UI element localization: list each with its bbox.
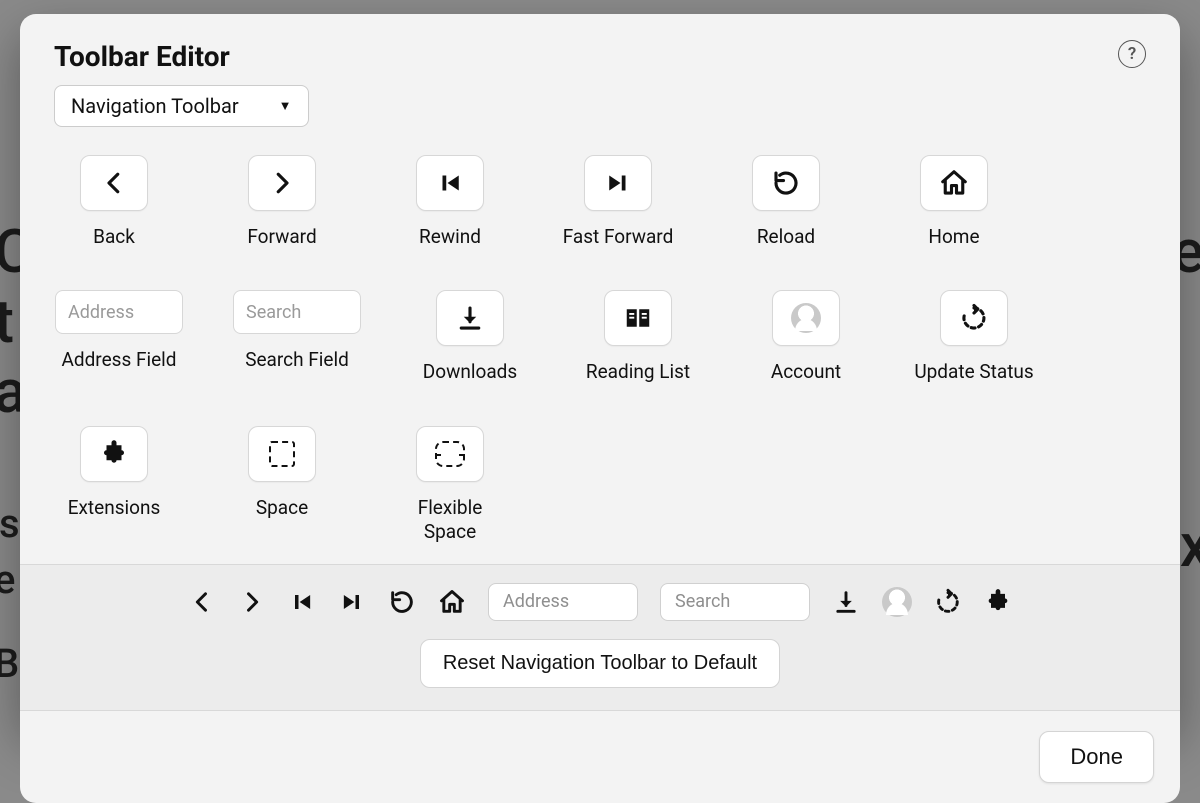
address-field-preview: Address <box>55 290 183 334</box>
item-update-status[interactable]: Update Status <box>914 290 1034 384</box>
downloads-icon <box>455 303 485 333</box>
preview-rewind-icon[interactable] <box>288 588 316 616</box>
item-search-field[interactable]: Search Search Field <box>232 290 362 384</box>
reload-icon <box>771 168 801 198</box>
preview-search-field[interactable]: Search <box>660 583 810 621</box>
chevron-down-icon: ▼ <box>279 98 292 114</box>
preview-downloads-icon[interactable] <box>832 588 860 616</box>
item-back[interactable]: Back <box>54 155 174 249</box>
item-reading-list[interactable]: Reading List <box>578 290 698 384</box>
toolbar-selector-value: Navigation Toolbar <box>71 94 239 118</box>
search-field-preview: Search <box>233 290 361 334</box>
toolbar-editor-sheet: Toolbar Editor ? Navigation Toolbar ▼ Ba… <box>20 14 1180 724</box>
back-icon <box>99 168 129 198</box>
item-forward[interactable]: Forward <box>222 155 342 249</box>
item-fast-forward[interactable]: Fast Forward <box>558 155 678 249</box>
item-space[interactable]: Space <box>222 426 342 544</box>
forward-icon <box>267 168 297 198</box>
preview-reload-icon[interactable] <box>388 588 416 616</box>
reset-toolbar-button[interactable]: Reset Navigation Toolbar to Default <box>420 639 780 688</box>
preview-account-icon[interactable] <box>882 587 912 617</box>
page-title: Toolbar Editor <box>54 40 230 73</box>
extensions-icon <box>99 439 129 469</box>
item-rewind[interactable]: Rewind <box>390 155 510 249</box>
space-icon <box>269 441 295 467</box>
preview-home-icon[interactable] <box>438 588 466 616</box>
preview-extensions-icon[interactable] <box>984 588 1012 616</box>
toolbar-preview: Address Search Reset Navigation Toolbar … <box>20 564 1180 710</box>
preview-fast-forward-icon[interactable] <box>338 588 366 616</box>
flexible-space-icon <box>435 441 465 467</box>
help-button[interactable]: ? <box>1118 40 1146 68</box>
preview-forward-icon[interactable] <box>238 588 266 616</box>
rewind-icon <box>435 168 465 198</box>
item-downloads[interactable]: Downloads <box>410 290 530 384</box>
preview-back-icon[interactable] <box>188 588 216 616</box>
done-button[interactable]: Done <box>1039 731 1154 783</box>
reading-list-icon <box>623 303 653 333</box>
item-palette: Back Forward Rewind Fast Forward Reload … <box>20 127 1180 564</box>
item-account[interactable]: Account <box>746 290 866 384</box>
fast-forward-icon <box>603 168 633 198</box>
preview-address-field[interactable]: Address <box>488 583 638 621</box>
preview-update-status-icon[interactable] <box>934 588 962 616</box>
item-home[interactable]: Home <box>894 155 1014 249</box>
item-extensions[interactable]: Extensions <box>54 426 174 544</box>
item-flexible-space[interactable]: Flexible Space <box>390 426 510 544</box>
toolbar-selector[interactable]: Navigation Toolbar ▼ <box>54 85 309 127</box>
item-address-field[interactable]: Address Address Field <box>54 290 184 384</box>
home-icon <box>939 168 969 198</box>
account-icon <box>791 303 821 333</box>
update-status-icon <box>959 303 989 333</box>
item-reload[interactable]: Reload <box>726 155 846 249</box>
